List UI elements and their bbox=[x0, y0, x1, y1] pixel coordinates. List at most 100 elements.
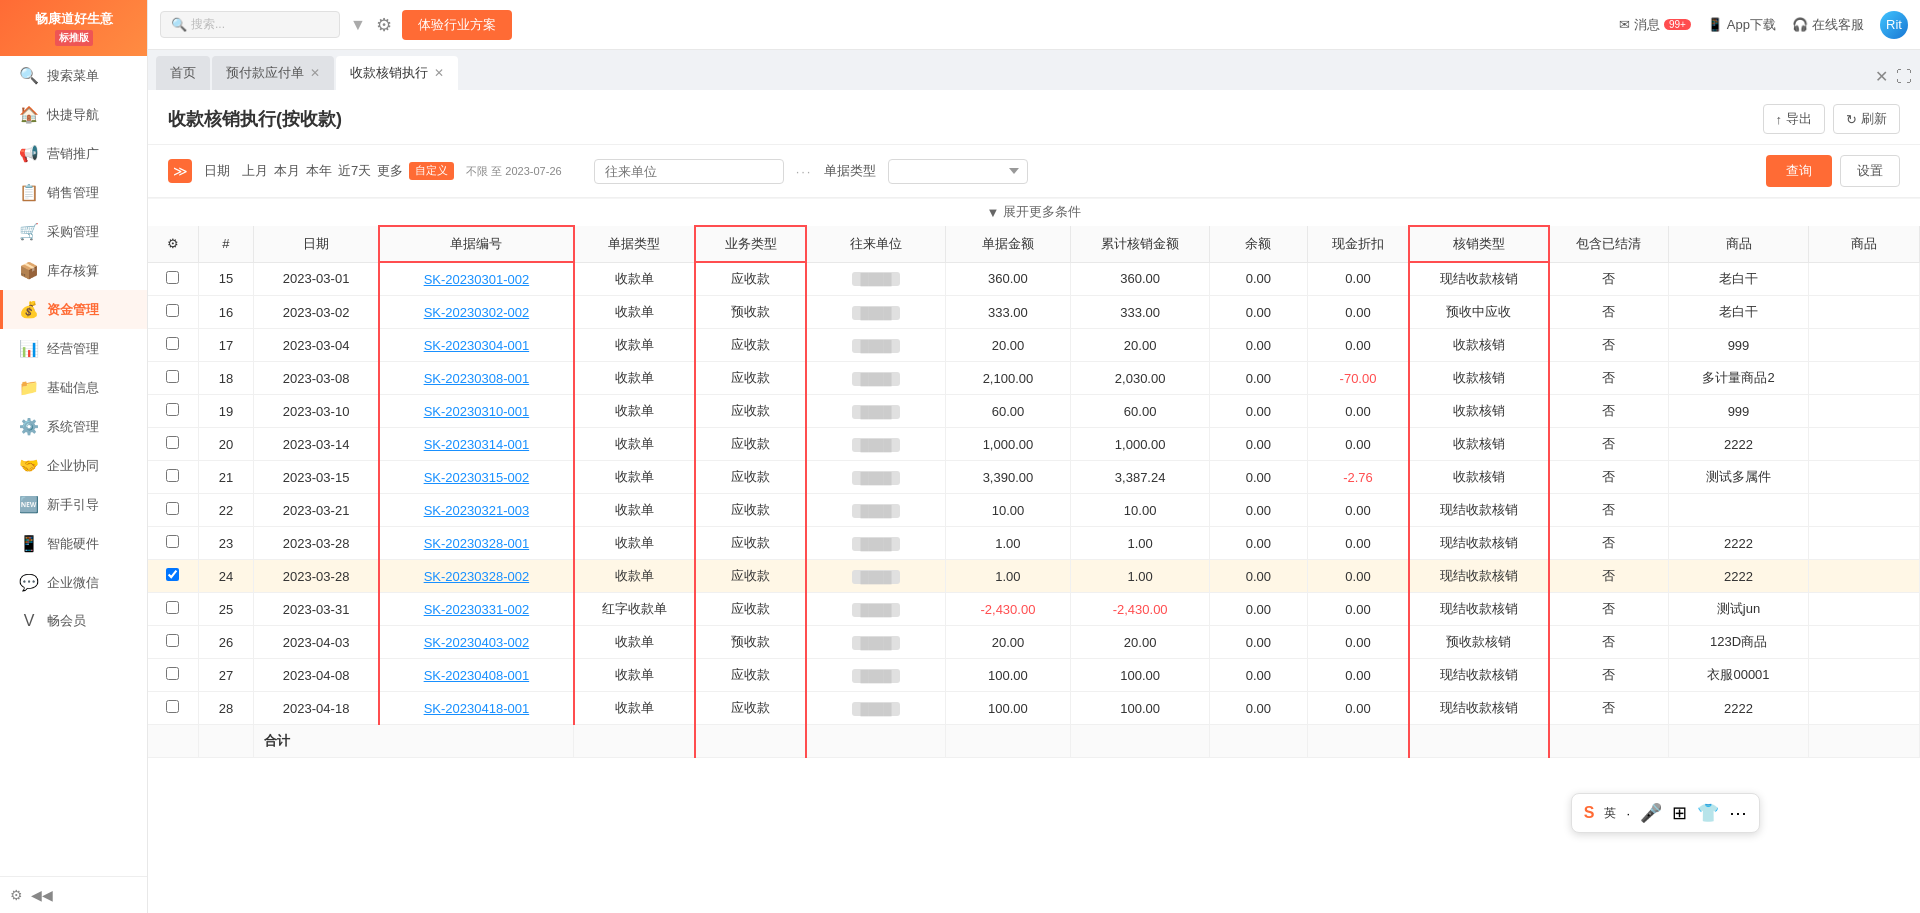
table-row[interactable]: 16 2023-03-02 SK-20230302-002 收款单 预收款 ██… bbox=[148, 296, 1920, 329]
industry-solution-button[interactable]: 体验行业方案 bbox=[402, 10, 512, 40]
cell-num: 27 bbox=[198, 659, 254, 692]
cell-checkbox[interactable] bbox=[148, 461, 198, 494]
cell-bill-no[interactable]: SK-20230308-001 bbox=[379, 362, 574, 395]
cell-checkbox[interactable] bbox=[148, 692, 198, 725]
cell-checkbox[interactable] bbox=[148, 659, 198, 692]
filter-ellipsis[interactable]: ··· bbox=[796, 164, 813, 179]
table-row[interactable]: 18 2023-03-08 SK-20230308-001 收款单 应收款 ██… bbox=[148, 362, 1920, 395]
cell-cash-discount: 0.00 bbox=[1307, 659, 1409, 692]
sidebar-item-guide[interactable]: 🆕新手引导 bbox=[0, 485, 147, 524]
cell-checkbox[interactable] bbox=[148, 593, 198, 626]
cell-bill-no[interactable]: SK-20230315-002 bbox=[379, 461, 574, 494]
table-row[interactable]: 22 2023-03-21 SK-20230321-003 收款单 应收款 ██… bbox=[148, 494, 1920, 527]
sidebar-item-member[interactable]: V畅会员 bbox=[0, 602, 147, 640]
sidebar-item-sales[interactable]: 📋销售管理 bbox=[0, 173, 147, 212]
settings-icon[interactable]: ⚙ bbox=[376, 14, 392, 36]
cell-bill-no[interactable]: SK-20230301-002 bbox=[379, 262, 574, 296]
date-link-7days[interactable]: 近7天 bbox=[338, 162, 371, 180]
table-row[interactable]: 24 2023-03-28 SK-20230328-002 收款单 应收款 ██… bbox=[148, 560, 1920, 593]
tab-payable[interactable]: 预付款应付单✕ bbox=[212, 56, 334, 90]
cell-bill-no[interactable]: SK-20230304-001 bbox=[379, 329, 574, 362]
table-row[interactable]: 20 2023-03-14 SK-20230314-001 收款单 应收款 ██… bbox=[148, 428, 1920, 461]
cell-bill-no[interactable]: SK-20230328-002 bbox=[379, 560, 574, 593]
message-icon-item[interactable]: ✉ 消息 99+ bbox=[1619, 16, 1691, 34]
cell-checkbox[interactable] bbox=[148, 527, 198, 560]
cell-checkbox[interactable] bbox=[148, 560, 198, 593]
filter-expand-button[interactable]: ▼ 展开更多条件 bbox=[148, 198, 1920, 225]
sidebar-item-hardware[interactable]: 📱智能硬件 bbox=[0, 524, 147, 563]
cell-cash-discount: 0.00 bbox=[1307, 692, 1409, 725]
query-button[interactable]: 查询 bbox=[1766, 155, 1832, 187]
table-row[interactable]: 15 2023-03-01 SK-20230301-002 收款单 应收款 ██… bbox=[148, 262, 1920, 296]
cell-checkbox[interactable] bbox=[148, 626, 198, 659]
user-avatar[interactable]: Rit bbox=[1880, 11, 1908, 39]
topbar-search[interactable]: 🔍 搜索... bbox=[160, 11, 340, 38]
table-row[interactable]: 19 2023-03-10 SK-20230310-001 收款单 应收款 ██… bbox=[148, 395, 1920, 428]
cell-bill-no[interactable]: SK-20230408-001 bbox=[379, 659, 574, 692]
table-row[interactable]: 23 2023-03-28 SK-20230328-001 收款单 应收款 ██… bbox=[148, 527, 1920, 560]
table-row[interactable]: 28 2023-04-18 SK-20230418-001 收款单 应收款 ██… bbox=[148, 692, 1920, 725]
bill-type-select[interactable] bbox=[888, 159, 1028, 184]
cell-checkbox[interactable] bbox=[148, 296, 198, 329]
tab-close-icon[interactable]: ✕ bbox=[1875, 67, 1888, 86]
sidebar-item-quick[interactable]: 🏠快捷导航 bbox=[0, 95, 147, 134]
sidebar-settings-icon[interactable]: ⚙ bbox=[10, 887, 23, 903]
date-link-this-month[interactable]: 本月 bbox=[274, 162, 300, 180]
cell-checkbox[interactable] bbox=[148, 329, 198, 362]
tab-close-collection[interactable]: ✕ bbox=[434, 66, 444, 80]
cell-checkbox[interactable] bbox=[148, 262, 198, 296]
tab-close-payable[interactable]: ✕ bbox=[310, 66, 320, 80]
dropdown-icon[interactable]: ▼ bbox=[350, 16, 366, 34]
cell-bill-no[interactable]: SK-20230314-001 bbox=[379, 428, 574, 461]
table-row[interactable]: 26 2023-04-03 SK-20230403-002 收款单 预收款 ██… bbox=[148, 626, 1920, 659]
cell-bill-no[interactable]: SK-20230321-003 bbox=[379, 494, 574, 527]
sidebar-collapse-icon[interactable]: ◀◀ bbox=[31, 887, 53, 903]
app-download-item[interactable]: 📱 App下载 bbox=[1707, 16, 1776, 34]
filter-toggle-button[interactable]: ≫ bbox=[168, 159, 192, 183]
sidebar-item-basic[interactable]: 📁基础信息 bbox=[0, 368, 147, 407]
cell-checkbox[interactable] bbox=[148, 395, 198, 428]
table-row[interactable]: 21 2023-03-15 SK-20230315-002 收款单 应收款 ██… bbox=[148, 461, 1920, 494]
cell-checkbox[interactable] bbox=[148, 362, 198, 395]
tab-expand-icon[interactable]: ⛶ bbox=[1896, 68, 1912, 86]
cell-bill-no[interactable]: SK-20230403-002 bbox=[379, 626, 574, 659]
service-item[interactable]: 🎧 在线客服 bbox=[1792, 16, 1864, 34]
date-link-last-month[interactable]: 上月 bbox=[242, 162, 268, 180]
filter-settings-button[interactable]: 设置 bbox=[1840, 155, 1900, 187]
table-row[interactable]: 27 2023-04-08 SK-20230408-001 收款单 应收款 ██… bbox=[148, 659, 1920, 692]
cell-checkbox[interactable] bbox=[148, 428, 198, 461]
ime-grid-icon[interactable]: ⊞ bbox=[1672, 802, 1687, 824]
date-link-more[interactable]: 更多 bbox=[377, 162, 403, 180]
cell-bill-no[interactable]: SK-20230302-002 bbox=[379, 296, 574, 329]
table-row[interactable]: 25 2023-03-31 SK-20230331-002 红字收款单 应收款 … bbox=[148, 593, 1920, 626]
cell-accum-cancel: 10.00 bbox=[1071, 494, 1210, 527]
ime-shirt-icon[interactable]: 👕 bbox=[1697, 802, 1719, 824]
tab-home[interactable]: 首页 bbox=[156, 56, 210, 90]
export-button[interactable]: ↑ 导出 bbox=[1763, 104, 1826, 134]
tab-collection[interactable]: 收款核销执行✕ bbox=[336, 56, 458, 90]
table-row[interactable]: 17 2023-03-04 SK-20230304-001 收款单 应收款 ██… bbox=[148, 329, 1920, 362]
cell-balance: 0.00 bbox=[1210, 329, 1307, 362]
ime-mic-icon[interactable]: 🎤 bbox=[1640, 802, 1662, 824]
sidebar-item-search[interactable]: 🔍搜索菜单 bbox=[0, 56, 147, 95]
refresh-button[interactable]: ↻ 刷新 bbox=[1833, 104, 1900, 134]
cell-bill-no[interactable]: SK-20230310-001 bbox=[379, 395, 574, 428]
date-custom-button[interactable]: 自定义 bbox=[409, 162, 454, 180]
sidebar-item-enterprise[interactable]: 🤝企业协同 bbox=[0, 446, 147, 485]
user-name: Rit bbox=[1886, 17, 1902, 32]
date-link-this-year[interactable]: 本年 bbox=[306, 162, 332, 180]
sidebar-item-ops[interactable]: 📊经营管理 bbox=[0, 329, 147, 368]
sidebar-item-finance[interactable]: 💰资金管理 bbox=[0, 290, 147, 329]
sidebar-item-marketing[interactable]: 📢营销推广 bbox=[0, 134, 147, 173]
ime-apps-icon[interactable]: ⋯ bbox=[1729, 802, 1747, 824]
th-settings[interactable]: ⚙ bbox=[148, 226, 198, 262]
sidebar-item-inventory[interactable]: 📦库存核算 bbox=[0, 251, 147, 290]
sidebar-item-wechat[interactable]: 💬企业微信 bbox=[0, 563, 147, 602]
sidebar-item-system[interactable]: ⚙️系统管理 bbox=[0, 407, 147, 446]
sidebar-item-purchase[interactable]: 🛒采购管理 bbox=[0, 212, 147, 251]
partner-input[interactable] bbox=[594, 159, 784, 184]
cell-checkbox[interactable] bbox=[148, 494, 198, 527]
cell-bill-no[interactable]: SK-20230328-001 bbox=[379, 527, 574, 560]
cell-bill-no[interactable]: SK-20230331-002 bbox=[379, 593, 574, 626]
cell-bill-no[interactable]: SK-20230418-001 bbox=[379, 692, 574, 725]
